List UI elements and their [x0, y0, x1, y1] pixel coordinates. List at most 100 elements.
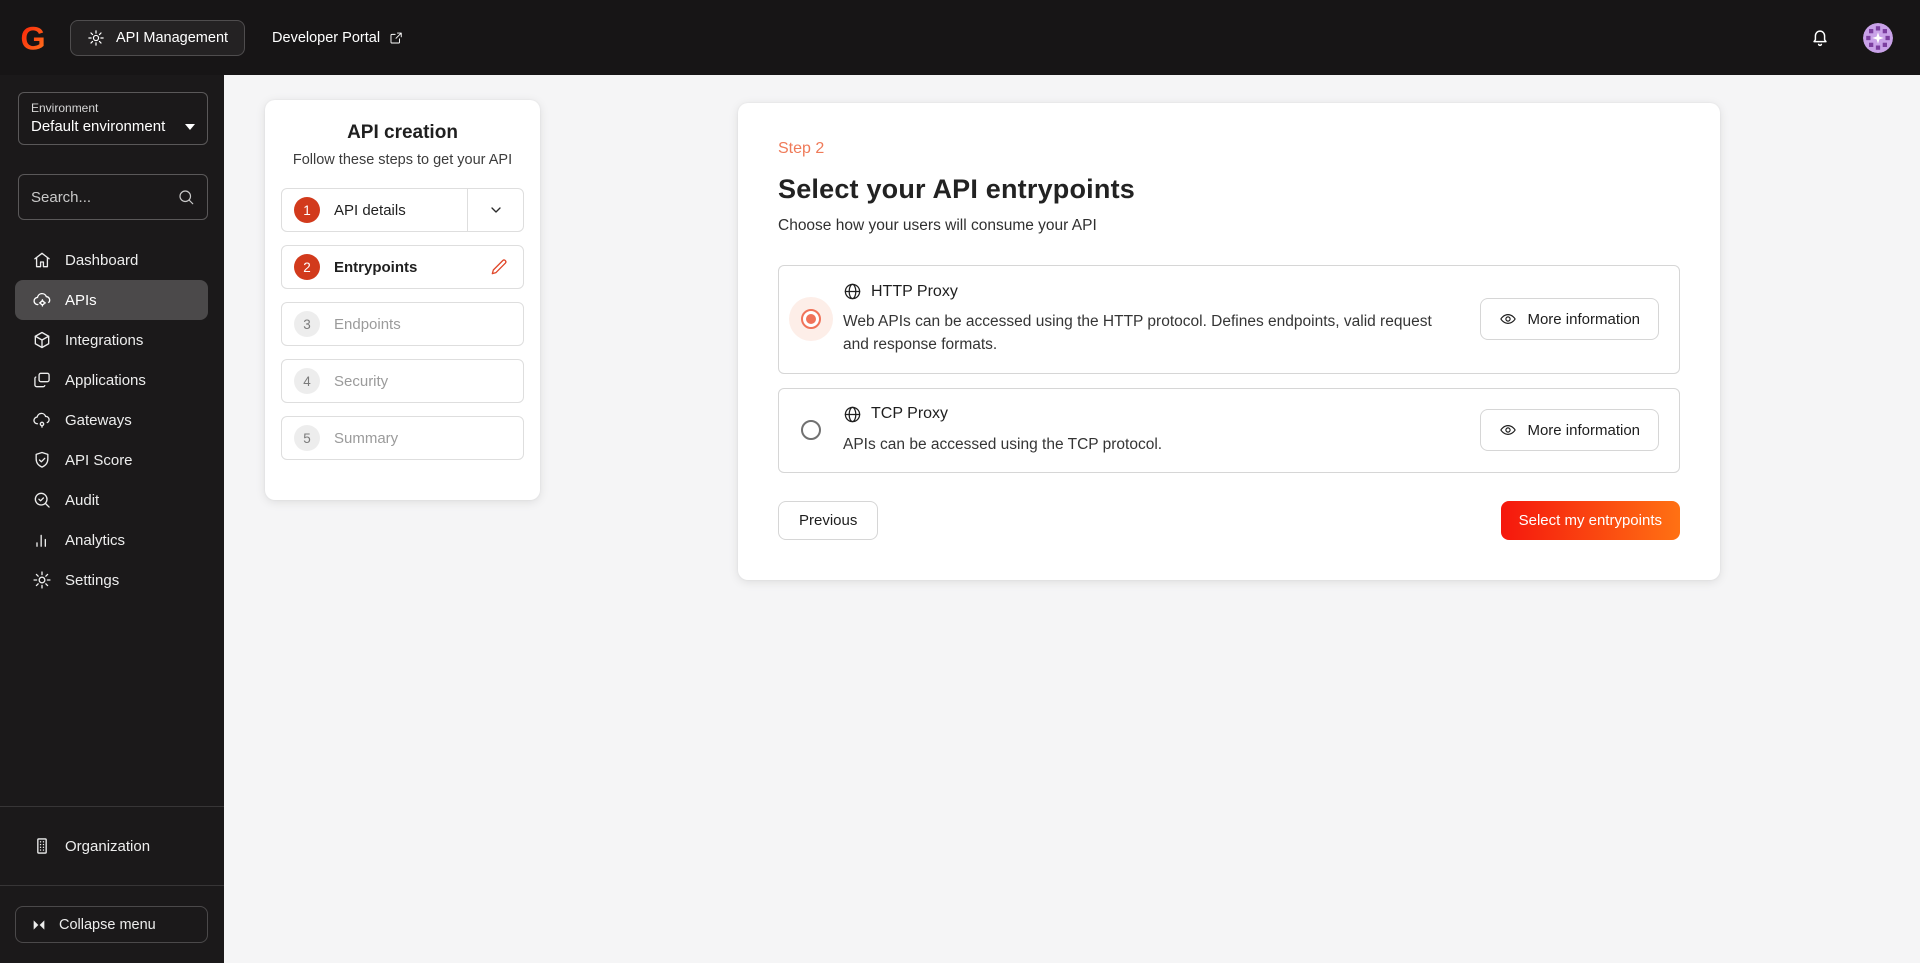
entrypoint-options: HTTP Proxy Web APIs can be accessed usin…	[778, 265, 1680, 473]
environment-select[interactable]: Environment Default environment	[18, 92, 208, 145]
environment-value: Default environment	[31, 118, 166, 135]
steps-list: 1 API details 2 Entrypoints 3 Endpoints …	[281, 188, 524, 460]
sidebar-item-apis[interactable]: APIs	[15, 280, 208, 320]
option-description: APIs can be accessed using the TCP proto…	[843, 435, 1163, 453]
app-switcher-label: API Management	[116, 29, 229, 46]
environment-label: Environment	[31, 101, 99, 115]
radio-tcp-proxy[interactable]	[779, 408, 843, 452]
search-check-icon	[32, 490, 52, 510]
top-bar: G API Management Developer Portal	[0, 0, 1920, 75]
organization-label: Organization	[65, 837, 151, 855]
gravitee-logo-icon: G	[20, 20, 45, 56]
step-api-details[interactable]: 1 API details	[281, 188, 524, 232]
gravitee-logo[interactable]: G	[13, 18, 53, 58]
sidebar-item-dashboard[interactable]: Dashboard	[15, 240, 208, 280]
sidebar-footer: Organization Collapse menu	[0, 806, 224, 963]
step-number-badge: 5	[294, 425, 320, 451]
step-label: API details	[334, 201, 406, 219]
sidebar-nav: Dashboard APIs Integrations Applications…	[0, 240, 224, 600]
bar-chart-icon	[32, 530, 52, 550]
user-avatar[interactable]	[1863, 22, 1893, 53]
globe-icon	[843, 282, 862, 301]
entrypoints-step-card: Step 2 Select your API entrypoints Choos…	[738, 103, 1720, 580]
step-indicator: Step 2	[778, 140, 825, 157]
sidebar-item-api-score[interactable]: API Score	[15, 440, 208, 480]
eye-icon	[1499, 310, 1517, 328]
gear-icon	[32, 570, 52, 590]
eye-icon	[1499, 421, 1517, 439]
option-http-proxy[interactable]: HTTP Proxy Web APIs can be accessed usin…	[778, 265, 1680, 374]
step-number-badge: 2	[294, 254, 320, 280]
sidebar-item-label: Gateways	[65, 411, 132, 429]
select-entrypoints-button[interactable]: Select my entrypoints	[1500, 500, 1680, 540]
option-title: TCP Proxy	[871, 405, 949, 422]
search-icon	[177, 188, 195, 206]
search-input[interactable]	[31, 188, 161, 206]
step-label: Entrypoints	[334, 258, 418, 276]
sidebar-item-label: Settings	[65, 571, 120, 589]
more-information-button[interactable]: More information	[1480, 409, 1659, 452]
svg-text:G: G	[20, 20, 45, 56]
step-summary[interactable]: 5 Summary	[281, 416, 524, 460]
step-number-badge: 4	[294, 368, 320, 394]
sidebar-item-label: Audit	[65, 491, 100, 509]
sidebar-item-integrations[interactable]: Integrations	[15, 320, 208, 360]
collapse-menu-label: Collapse menu	[59, 916, 156, 933]
wizard-footer: Previous Select my entrypoints	[778, 500, 1680, 540]
globe-icon	[843, 405, 862, 424]
previous-button[interactable]: Previous	[778, 500, 879, 540]
sidebar-item-label: Integrations	[65, 331, 144, 349]
step-label: Endpoints	[334, 315, 401, 333]
option-content: TCP Proxy APIs can be accessed using the…	[843, 405, 1480, 456]
sidebar-item-label: Applications	[65, 371, 146, 389]
sidebar-item-applications[interactable]: Applications	[15, 360, 208, 400]
api-creation-stepper: API creation Follow these steps to get y…	[265, 100, 540, 500]
step-label: Summary	[334, 429, 399, 447]
more-information-button[interactable]: More information	[1480, 298, 1659, 341]
app-switcher-button[interactable]: API Management	[70, 19, 246, 56]
sidebar-item-audit[interactable]: Audit	[15, 480, 208, 520]
sidebar-item-gateways[interactable]: Gateways	[15, 400, 208, 440]
cloud-gear-icon	[32, 290, 52, 310]
collapse-menu-button[interactable]: Collapse menu	[15, 906, 208, 943]
step-endpoints[interactable]: 3 Endpoints	[281, 302, 524, 346]
step-entrypoints[interactable]: 2 Entrypoints	[281, 245, 524, 289]
gear-icon	[87, 29, 105, 47]
expand-step-button[interactable]	[467, 189, 523, 231]
option-description: Web APIs can be accessed using the HTTP …	[843, 313, 1432, 354]
sidebar-item-analytics[interactable]: Analytics	[15, 520, 208, 560]
step-label: Security	[334, 372, 389, 390]
sidebar-item-label: APIs	[65, 291, 97, 309]
sidebar-item-label: Dashboard	[65, 251, 139, 269]
developer-portal-link[interactable]: Developer Portal	[272, 30, 403, 46]
option-title: HTTP Proxy	[871, 282, 958, 300]
home-icon	[32, 250, 52, 270]
page-title: Select your API entrypoints	[778, 174, 1135, 204]
sidebar-item-settings[interactable]: Settings	[15, 560, 208, 600]
sidebar-item-label: Analytics	[65, 531, 126, 549]
cube-icon	[32, 330, 52, 350]
edit-pencil-icon[interactable]	[489, 257, 509, 277]
cloud-node-icon	[32, 410, 52, 430]
more-information-label: More information	[1527, 421, 1640, 439]
step-number-badge: 3	[294, 311, 320, 337]
more-information-label: More information	[1527, 310, 1640, 328]
sidebar-item-organization[interactable]: Organization	[0, 807, 224, 885]
sidebar-item-label: API Score	[65, 451, 133, 469]
page-subtitle: Choose how your users will consume your …	[778, 217, 1097, 234]
portal-link-label: Developer Portal	[272, 29, 381, 46]
step-security[interactable]: 4 Security	[281, 359, 524, 403]
chevron-down-icon	[490, 207, 501, 213]
sidebar: Environment Default environment Search..…	[0, 75, 224, 963]
collapse-icon	[31, 918, 47, 932]
bell-icon	[1809, 27, 1831, 49]
radio-http-proxy[interactable]	[779, 297, 843, 342]
external-link-icon	[389, 31, 403, 45]
chevron-down-icon	[185, 123, 195, 130]
app: G API Management Developer Portal Enviro…	[0, 0, 1920, 963]
sidebar-search	[18, 174, 208, 220]
option-tcp-proxy[interactable]: TCP Proxy APIs can be accessed using the…	[778, 387, 1680, 473]
stepper-title: API creation	[347, 122, 458, 143]
avatar-identicon	[1863, 22, 1893, 53]
notifications-button[interactable]	[1809, 27, 1831, 49]
